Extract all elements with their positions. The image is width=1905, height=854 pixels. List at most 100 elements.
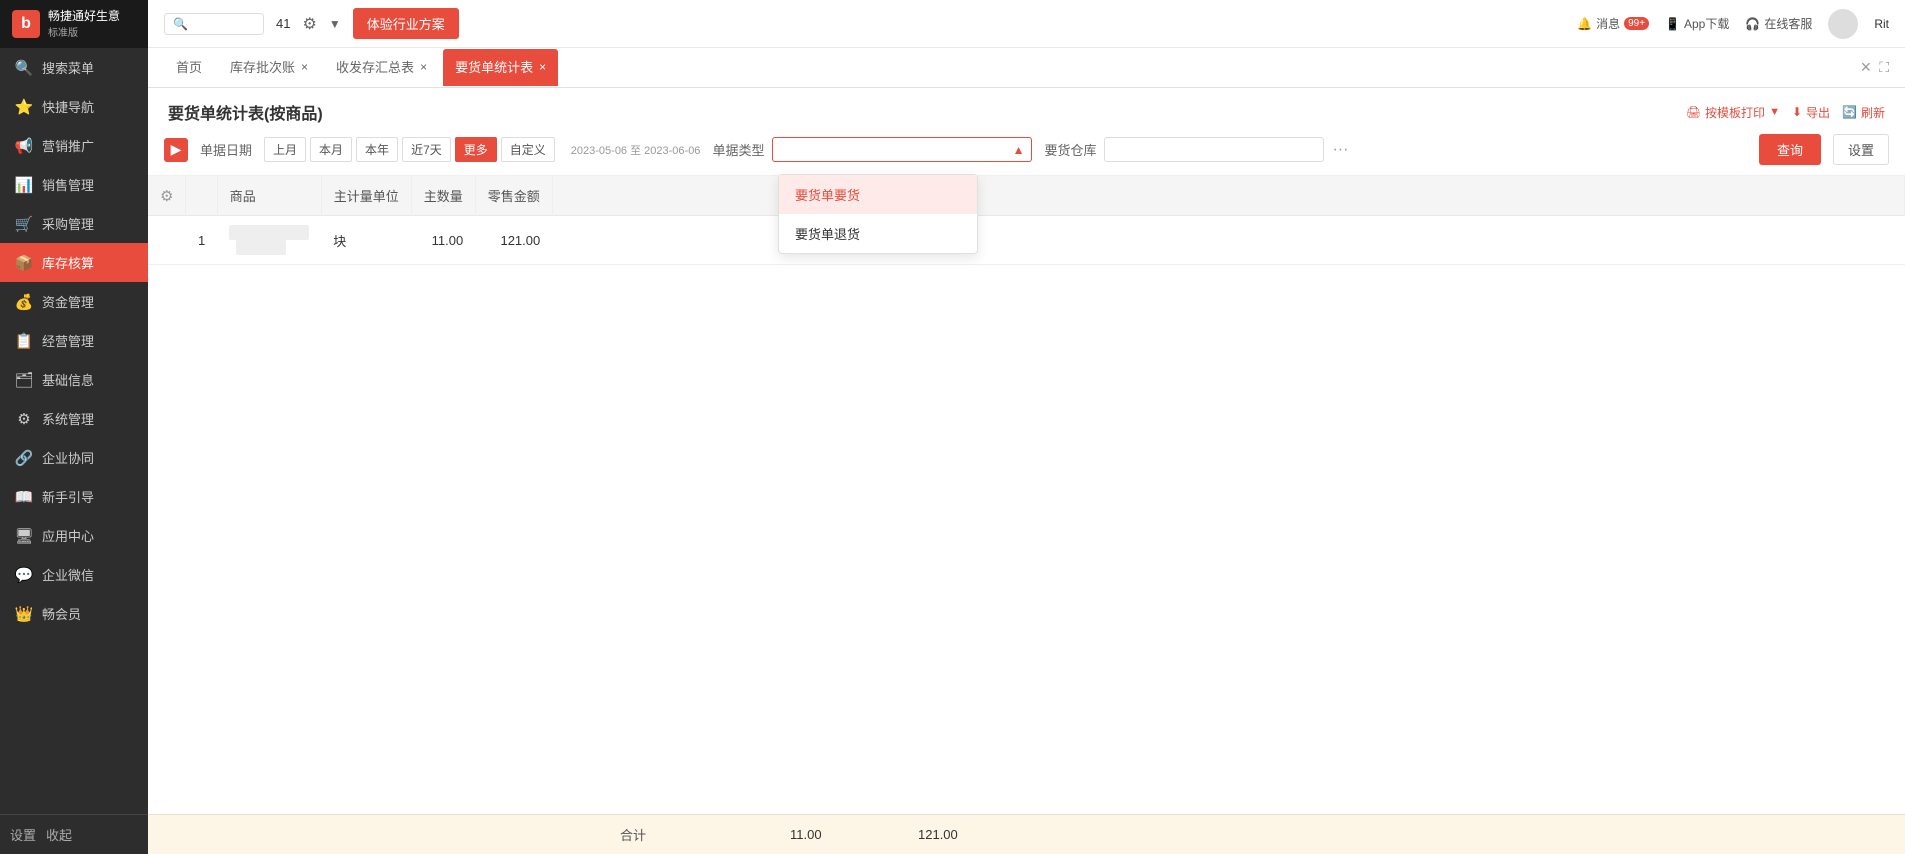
- col-settings-icon[interactable]: ⚙: [160, 188, 173, 205]
- more-btn[interactable]: 更多: [455, 137, 497, 162]
- dropdown-option-order-return[interactable]: 要货单退货: [779, 214, 977, 253]
- settings-btn[interactable]: 设置: [1833, 134, 1889, 165]
- topbar-gear-btn[interactable]: ⚙: [302, 14, 316, 34]
- col-qty: 主数量: [411, 176, 475, 216]
- sidebar-item-quick-nav[interactable]: ⭐ 快捷导航: [0, 87, 148, 126]
- book-icon: 📖: [14, 488, 34, 506]
- topbar-search: 🔍: [164, 13, 264, 35]
- tab-close-order-stats[interactable]: ×: [539, 61, 546, 73]
- goods-code-placeholder: [236, 240, 286, 255]
- refresh-btn[interactable]: 🔄 刷新: [1842, 104, 1885, 121]
- tab-shipment-summary[interactable]: 收发存汇总表 ×: [324, 49, 439, 86]
- search-icon: 🔍: [14, 59, 34, 77]
- prev-month-btn[interactable]: 上月: [264, 137, 306, 162]
- notification-badge: 99+: [1624, 17, 1649, 30]
- col-extra: [552, 176, 1904, 216]
- page-title: 要货单统计表(按商品): [168, 100, 323, 124]
- export-btn[interactable]: ⬇ 导出: [1792, 104, 1830, 121]
- col-goods: 商品: [217, 176, 321, 216]
- sidebar-item-guide[interactable]: 📖 新手引导: [0, 477, 148, 516]
- table-row: 1 块 11.00 121.00: [148, 216, 1905, 265]
- brand-name: 畅捷通好生意: [48, 9, 120, 25]
- topbar: 🔍 41 ⚙ ▼ 体验行业方案 🔔 消息 99+ 📱 App下载 🎧 在线客服 …: [148, 0, 1905, 48]
- money-icon: 💰: [14, 293, 34, 311]
- sidebar-item-basic[interactable]: 🗂 基础信息: [0, 360, 148, 399]
- page-actions: 🖨 按模板打印 ▼ ⬇ 导出 🔄 刷新: [1686, 104, 1885, 121]
- tab-order-stats[interactable]: 要货单统计表 ×: [443, 49, 558, 86]
- select-up-arrow-icon[interactable]: ▲: [1013, 143, 1025, 157]
- sidebar-item-wechat[interactable]: 💬 企业微信: [0, 555, 148, 594]
- row-unit: 块: [321, 216, 411, 265]
- sidebar-bottom: 设置 收起: [0, 814, 148, 854]
- tab-bar-close: × ⛶: [1861, 57, 1889, 78]
- warehouse-filter-input[interactable]: [1104, 137, 1324, 162]
- chart-icon: 📊: [14, 176, 34, 194]
- user-name: Rit: [1874, 17, 1889, 31]
- export-icon: ⬇: [1792, 105, 1802, 119]
- warehouse-more-btn[interactable]: ···: [1332, 141, 1348, 159]
- sidebar-item-inventory[interactable]: 📦 库存核算: [0, 243, 148, 282]
- sidebar-item-app-center[interactable]: 🖥 应用中心: [0, 516, 148, 555]
- custom-btn[interactable]: 自定义: [501, 137, 555, 162]
- summary-row: 合计 11.00 121.00: [148, 814, 1905, 854]
- last7-btn[interactable]: 近7天: [402, 137, 451, 162]
- sidebar-item-marketing[interactable]: 📢 营销推广: [0, 126, 148, 165]
- clipboard-icon: 📋: [14, 332, 34, 350]
- type-filter-label: 单据类型: [712, 140, 764, 159]
- search-icon-topbar: 🔍: [173, 17, 188, 31]
- tab-close-shipment-summary[interactable]: ×: [420, 61, 427, 73]
- tab-home[interactable]: 首页: [164, 49, 214, 86]
- notification-btn[interactable]: 🔔 消息 99+: [1577, 15, 1649, 32]
- summary-qty: 11.00: [778, 827, 898, 842]
- row-amount: 121.00: [475, 216, 552, 265]
- sidebar-item-finance[interactable]: 💰 资金管理: [0, 282, 148, 321]
- online-service-btn[interactable]: 🎧 在线客服: [1745, 15, 1812, 32]
- sidebar-settings-btn[interactable]: 设置: [10, 825, 36, 844]
- data-table: ⚙ 商品 主计量单位 主数量 零售金额 1: [148, 176, 1905, 265]
- print-btn[interactable]: 🖨 按模板打印 ▼: [1686, 104, 1780, 121]
- warehouse-filter-section: 要货仓库 ···: [1044, 137, 1348, 162]
- user-avatar[interactable]: [1828, 9, 1858, 39]
- query-btn[interactable]: 查询: [1759, 134, 1821, 165]
- type-select-input[interactable]: [772, 137, 1032, 162]
- sidebar-item-business[interactable]: 📋 经营管理: [0, 321, 148, 360]
- wechat-icon: 💬: [14, 566, 34, 584]
- gear-icon: ⚙: [14, 410, 34, 428]
- maximize-icon[interactable]: ⛶: [1879, 59, 1889, 76]
- row-qty: 11.00: [411, 216, 475, 265]
- data-table-wrapper: ⚙ 商品 主计量单位 主数量 零售金额 1: [148, 176, 1905, 814]
- app-download-btn[interactable]: 📱 App下载: [1665, 15, 1729, 32]
- sidebar-item-purchase[interactable]: 🛒 采购管理: [0, 204, 148, 243]
- headset-icon: 🎧: [1745, 17, 1760, 31]
- megaphone-icon: 📢: [14, 137, 34, 155]
- close-all-icon[interactable]: ×: [1861, 57, 1872, 78]
- refresh-icon: 🔄: [1842, 105, 1857, 119]
- row-index: 1: [186, 216, 217, 265]
- curr-month-btn[interactable]: 本月: [310, 137, 352, 162]
- col-amount: 零售金额: [475, 176, 552, 216]
- crown-icon: 👑: [14, 605, 34, 623]
- industry-btn[interactable]: 体验行业方案: [353, 8, 459, 39]
- link-icon: 🔗: [14, 449, 34, 467]
- sidebar-item-enterprise[interactable]: 🔗 企业协同: [0, 438, 148, 477]
- filter-expand-btn[interactable]: ▶: [164, 138, 188, 162]
- sidebar-collapse-btn[interactable]: 收起: [46, 825, 72, 844]
- tab-close-inventory-batch[interactable]: ×: [301, 61, 308, 73]
- sidebar-item-member[interactable]: 👑 畅会员: [0, 594, 148, 633]
- row-settings: [148, 216, 186, 265]
- sidebar-item-sales[interactable]: 📊 销售管理: [0, 165, 148, 204]
- print-dropdown-icon[interactable]: ▼: [1769, 106, 1780, 118]
- tab-inventory-batch[interactable]: 库存批次账 ×: [218, 49, 320, 86]
- summary-amount: 121.00: [898, 827, 958, 842]
- page-content: 要货单统计表(按商品) 🖨 按模板打印 ▼ ⬇ 导出 🔄 刷新 ▶: [148, 88, 1905, 854]
- topbar-right: 🔔 消息 99+ 📱 App下载 🎧 在线客服 Rit: [1577, 9, 1889, 39]
- topbar-dropdown-icon[interactable]: ▼: [329, 17, 341, 31]
- sidebar-item-search[interactable]: 🔍 搜索菜单: [0, 48, 148, 87]
- curr-year-btn[interactable]: 本年: [356, 137, 398, 162]
- row-goods: [217, 216, 321, 265]
- dropdown-option-order-goods[interactable]: 要货单要货: [779, 175, 977, 214]
- brand-sub: 标准版: [48, 24, 120, 39]
- date-filter-btns: 上月 本月 本年 近7天 更多 自定义: [264, 137, 555, 162]
- sidebar-item-system[interactable]: ⚙ 系统管理: [0, 399, 148, 438]
- date-filter-label: 单据日期: [200, 140, 252, 159]
